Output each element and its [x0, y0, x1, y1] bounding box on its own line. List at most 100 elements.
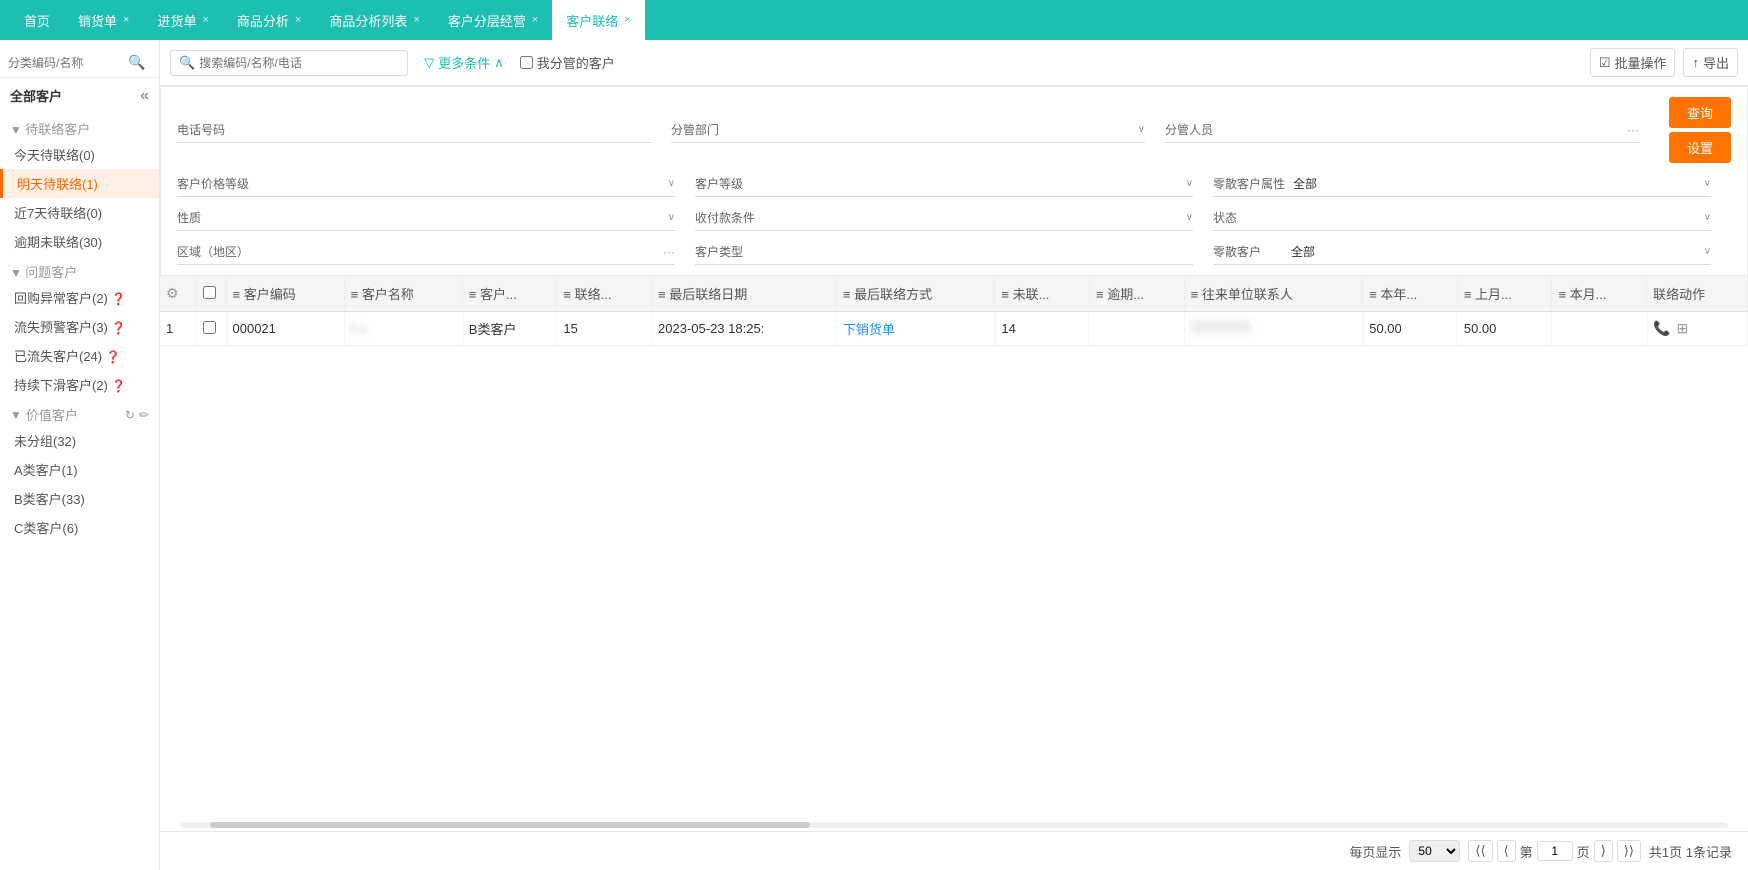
my-customers-checkbox[interactable]: [520, 56, 533, 69]
settings-icon[interactable]: ⚙: [166, 285, 179, 301]
nav-sales-order-close[interactable]: ×: [123, 14, 129, 26]
nav-product-analysis-close[interactable]: ×: [295, 14, 301, 26]
th-contact-count: ≡ 联络...: [557, 276, 652, 312]
sidebar-item-today[interactable]: 今天待联络(0): [0, 140, 159, 169]
filter-panel: 电话号码 分管部门 ∨ 分管人员 ··· 查询 设置: [160, 86, 1748, 276]
batch-op-btn[interactable]: ☑ 批量操作: [1590, 48, 1676, 77]
all-customers-header[interactable]: 全部客户 «: [0, 78, 159, 113]
price-level-chevron-icon[interactable]: ∨: [668, 178, 675, 189]
filter-manager: 分管人员 ···: [1165, 117, 1639, 143]
th-settings: ⚙: [160, 276, 196, 312]
sidebar-item-declining[interactable]: 持续下滑客户(2) ❓: [0, 370, 159, 399]
value-edit-icon[interactable]: ✏: [139, 408, 149, 422]
retail-customer-chevron-icon[interactable]: ∨: [1704, 246, 1711, 257]
filter-phone-label: 电话号码: [177, 121, 247, 138]
region-dots-icon[interactable]: ···: [663, 245, 675, 259]
filter-row-1: 电话号码 分管部门 ∨ 分管人员 ··· 查询 设置: [177, 97, 1731, 163]
collapse-icon[interactable]: «: [140, 87, 149, 105]
sidebar-item-repurchase-anomaly[interactable]: 回购异常客户(2) ❓: [0, 283, 159, 312]
sidebar-item-c-class[interactable]: C类客户(6): [0, 513, 159, 542]
main-layout: 🔍 全部客户 « ▼ 待联络客户 今天待联络(0) 明天待联络(1) 近7天待联…: [0, 40, 1748, 870]
grid-action-icon[interactable]: ⊞: [1677, 320, 1689, 337]
filter-retail-customer-val[interactable]: 全部: [1291, 243, 1704, 260]
th-name: ≡ 客户名称: [344, 276, 462, 312]
toolbar-search-icon: 🔍: [179, 55, 195, 71]
sidebar-search-wrap: 🔍: [0, 48, 159, 78]
query-btn[interactable]: 查询: [1669, 97, 1731, 128]
payment-chevron-icon[interactable]: ∨: [1186, 212, 1193, 223]
td-type: B类客户: [462, 312, 557, 346]
footer: 每页显示 50 100 200 ⟨⟨ ⟨ 第 页 ⟩ ⟩⟩ 共1页 1条记录: [160, 831, 1748, 870]
nav-home[interactable]: 首页: [10, 0, 64, 40]
nav-customer-contact[interactable]: 客户联络 ×: [552, 0, 644, 40]
filter-customer-type-label: 客户类型: [695, 243, 765, 260]
nav-customer-segment-close[interactable]: ×: [532, 14, 538, 26]
nav-purchase-order-close[interactable]: ×: [202, 14, 208, 26]
customer-level-chevron-icon[interactable]: ∨: [1186, 178, 1193, 189]
row-checkbox[interactable]: [203, 321, 216, 334]
nav-sales-order[interactable]: 销货单 ×: [64, 0, 143, 40]
sidebar-item-churned[interactable]: 已流失客户(24) ❓: [0, 341, 159, 370]
filter-retail-customer-label: 零散客户: [1213, 243, 1283, 260]
filter-price-level: 客户价格等级 ∨: [177, 171, 675, 197]
sidebar-item-tomorrow[interactable]: 明天待联络(1): [0, 169, 159, 198]
sidebar-item-b-class[interactable]: B类客户(33): [0, 484, 159, 513]
prev-page-btn[interactable]: ⟨: [1497, 840, 1516, 862]
filter-customer-level: 客户等级 ∨: [695, 171, 1193, 197]
filter-retail-attr-val[interactable]: 全部: [1293, 175, 1704, 192]
sidebar-item-7days[interactable]: 近7天待联络(0): [0, 198, 159, 227]
table-wrap: ⚙ ≡ 客户编码 ≡ 客户名称 ≡ 客户...: [160, 276, 1748, 819]
nav-product-analysis[interactable]: 商品分析 ×: [223, 0, 315, 40]
td-this-year: 50.00: [1363, 312, 1458, 346]
phone-action-icon[interactable]: 📞: [1653, 320, 1670, 337]
nav-customer-contact-close[interactable]: ×: [624, 14, 630, 26]
filter-dept: 分管部门 ∨: [671, 117, 1145, 143]
nature-chevron-icon[interactable]: ∨: [668, 212, 675, 223]
td-this-month: [1552, 312, 1647, 346]
more-filter-btn[interactable]: ▽ 更多条件 ∧: [416, 49, 512, 76]
th-name-sort[interactable]: ≡: [351, 287, 362, 302]
pagination-nav: ⟨⟨ ⟨ 第 页 ⟩ ⟩⟩: [1468, 840, 1641, 862]
filter-row-2: 客户价格等级 ∨ 客户等级 ∨ 零散客户属性 全部 ∨: [177, 171, 1731, 197]
retail-attr-chevron-icon[interactable]: ∨: [1704, 178, 1711, 189]
total-records: 共1页 1条记录: [1649, 842, 1732, 861]
sidebar-item-ungrouped[interactable]: 未分组(32): [0, 426, 159, 455]
sidebar-search-icon[interactable]: 🔍: [128, 54, 145, 71]
toolbar-right: ☑ 批量操作 ↑ 导出: [1590, 48, 1738, 77]
nav-product-analysis-list-close[interactable]: ×: [413, 14, 419, 26]
sidebar-search-input[interactable]: [8, 56, 128, 70]
td-action: 📞 ⊞: [1647, 312, 1748, 346]
filter-row-4: 区域（地区） ··· 客户类型 零散客户 全部 ∨: [177, 239, 1731, 265]
table-row: 1 000021 Ea B类客户: [160, 312, 1748, 346]
th-this-year: ≡ 本年...: [1363, 276, 1458, 312]
per-page-select[interactable]: 50 100 200: [1409, 840, 1460, 862]
pending-group-label: ▼ 待联络客户: [0, 113, 159, 140]
nav-product-analysis-list[interactable]: 商品分析列表 ×: [315, 0, 433, 40]
filter-region: 区域（地区） ···: [177, 239, 675, 265]
set-btn[interactable]: 设置: [1669, 132, 1731, 163]
filter-nature-label: 性质: [177, 209, 247, 226]
nav-customer-segment[interactable]: 客户分层经营 ×: [434, 0, 552, 40]
td-contact-count: 15: [557, 312, 652, 346]
th-code: ≡ 客户编码: [226, 276, 344, 312]
sidebar-item-overdue[interactable]: 逾期未联络(30): [0, 227, 159, 256]
nav-purchase-order[interactable]: 进货单 ×: [143, 0, 222, 40]
select-all-checkbox[interactable]: [203, 286, 216, 299]
last-method-link[interactable]: 下销货单: [843, 322, 895, 337]
sidebar-item-churn-warning[interactable]: 流失预警客户(3) ❓: [0, 312, 159, 341]
dept-chevron-icon[interactable]: ∨: [1138, 124, 1145, 135]
search-input[interactable]: [199, 56, 399, 70]
first-page-btn[interactable]: ⟨⟨: [1468, 840, 1492, 862]
export-btn[interactable]: ↑ 导出: [1683, 48, 1738, 77]
last-page-btn[interactable]: ⟩⟩: [1617, 840, 1641, 862]
page-input[interactable]: [1537, 841, 1573, 861]
next-page-btn[interactable]: ⟩: [1594, 840, 1613, 862]
status-chevron-icon[interactable]: ∨: [1704, 212, 1711, 223]
value-refresh-icon[interactable]: ↻: [125, 408, 135, 422]
scrollbar-thumb[interactable]: [210, 822, 810, 828]
per-page-label: 每页显示: [1349, 842, 1401, 861]
td-last-date: 2023-05-23 18:25:: [652, 312, 837, 346]
manager-dots-icon[interactable]: ···: [1627, 123, 1639, 137]
th-action: 联络动作: [1647, 276, 1748, 312]
sidebar-item-a-class[interactable]: A类客户(1): [0, 455, 159, 484]
